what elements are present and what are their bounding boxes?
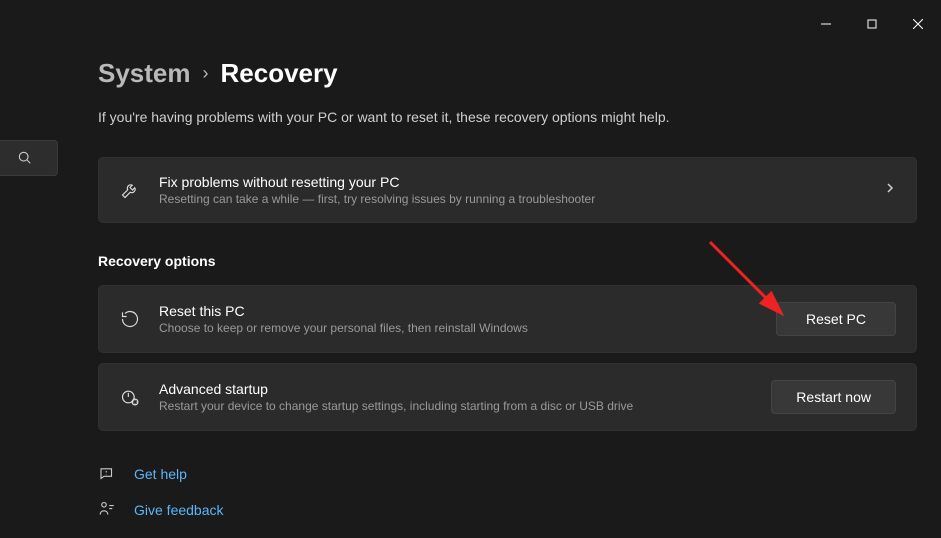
troubleshoot-card[interactable]: Fix problems without resetting your PC R… [98,157,917,223]
minimize-button[interactable] [803,8,849,40]
link-text: Get help [134,466,187,482]
card-title: Advanced startup [159,381,755,397]
reset-pc-card: Reset this PC Choose to keep or remove y… [98,285,917,353]
minimize-icon [821,19,831,29]
page-title: Recovery [221,58,338,89]
window-controls [803,8,941,40]
page-content: System › Recovery If you're having probl… [98,58,917,537]
feedback-icon [98,501,116,519]
card-desc: Resetting can take a while — first, try … [159,192,868,206]
power-settings-icon [119,386,141,408]
card-text: Fix problems without resetting your PC R… [159,174,868,206]
restart-now-button[interactable]: Restart now [771,380,896,414]
help-icon [98,465,116,483]
search-button[interactable] [0,140,58,176]
breadcrumb: System › Recovery [98,58,917,89]
card-title: Fix problems without resetting your PC [159,174,868,190]
card-text: Advanced startup Restart your device to … [159,381,755,413]
page-subtitle: If you're having problems with your PC o… [98,109,917,125]
close-icon [913,19,923,29]
wrench-icon [119,179,141,201]
card-desc: Restart your device to change startup se… [159,399,755,413]
link-text: Give feedback [134,502,224,518]
reset-pc-button[interactable]: Reset PC [776,302,896,336]
footer-links: Get help Give feedback [98,465,917,519]
card-title: Reset this PC [159,303,760,319]
close-button[interactable] [895,8,941,40]
give-feedback-link[interactable]: Give feedback [98,501,917,519]
card-text: Reset this PC Choose to keep or remove y… [159,303,760,335]
breadcrumb-parent[interactable]: System [98,58,191,89]
reset-icon [119,308,141,330]
title-bar [0,0,941,36]
sidebar [0,140,62,176]
maximize-button[interactable] [849,8,895,40]
chevron-right-icon [884,181,896,199]
maximize-icon [867,19,877,29]
section-header: Recovery options [98,253,917,269]
chevron-right-icon: › [203,63,209,84]
card-desc: Choose to keep or remove your personal f… [159,321,760,335]
advanced-startup-card: Advanced startup Restart your device to … [98,363,917,431]
get-help-link[interactable]: Get help [98,465,917,483]
search-icon [18,151,32,165]
